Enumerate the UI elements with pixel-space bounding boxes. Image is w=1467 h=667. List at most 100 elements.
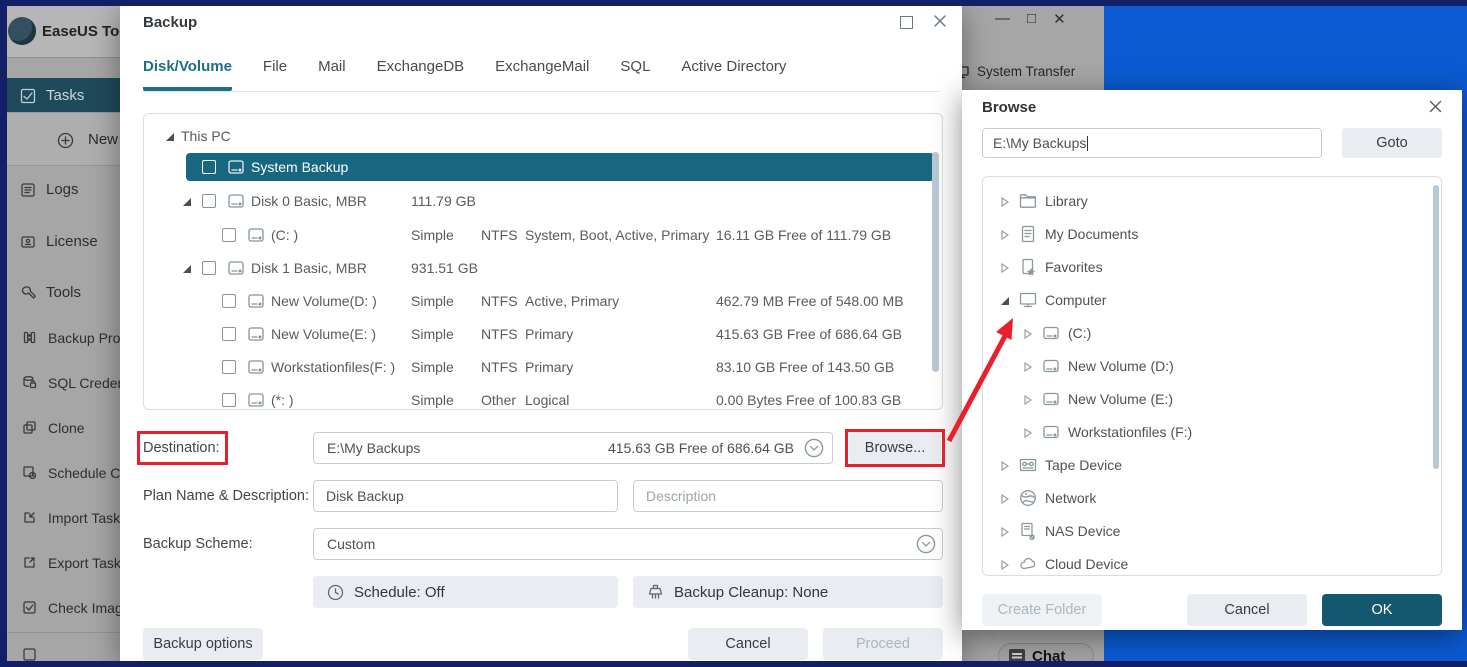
tab-file[interactable]: File bbox=[263, 58, 287, 91]
tree-item-c-drive[interactable]: (C:) bbox=[983, 319, 1441, 347]
close-icon[interactable] bbox=[1428, 99, 1443, 114]
tree-item-label: Cloud Device bbox=[1045, 550, 1128, 576]
collapsed-arrow-icon[interactable] bbox=[1000, 197, 1010, 207]
tree-item-nas-device[interactable]: NAS Device bbox=[983, 517, 1441, 545]
plan-name-input[interactable] bbox=[313, 480, 618, 512]
row-type: Simple bbox=[411, 221, 454, 249]
checkbox[interactable] bbox=[202, 160, 216, 174]
close-icon[interactable] bbox=[932, 13, 948, 29]
collapsed-arrow-icon[interactable] bbox=[1023, 329, 1033, 339]
tree-row-f[interactable]: Workstationfiles(F: ) Simple NTFS Primar… bbox=[144, 353, 942, 381]
logs-icon bbox=[20, 182, 36, 198]
collapsed-arrow-icon[interactable] bbox=[1023, 395, 1033, 405]
collapsed-arrow-icon[interactable] bbox=[1023, 362, 1033, 372]
close-icon[interactable]: ✕ bbox=[1053, 10, 1066, 28]
chevron-down-icon[interactable] bbox=[916, 534, 936, 554]
sidebar-item-license[interactable]: License bbox=[7, 228, 120, 256]
folder-icon bbox=[1019, 192, 1037, 210]
tree-item-cloud-device[interactable]: Cloud Device bbox=[983, 550, 1441, 576]
create-folder-button[interactable]: Create Folder bbox=[982, 594, 1102, 626]
maximize-icon[interactable]: □ bbox=[1027, 10, 1036, 28]
sidebar-item-logs[interactable]: Logs bbox=[7, 176, 120, 204]
destination-path: E:\My Backups bbox=[327, 440, 420, 456]
tree-item-library[interactable]: Library bbox=[983, 187, 1441, 215]
expanded-arrow-icon[interactable] bbox=[165, 132, 175, 142]
sidebar-item-label: Logs bbox=[46, 176, 79, 204]
cancel-button[interactable]: Cancel bbox=[688, 628, 808, 660]
maximize-icon[interactable] bbox=[900, 16, 913, 29]
tree-row-d[interactable]: New Volume(D: ) Simple NTFS Active, Prim… bbox=[144, 287, 942, 315]
tree-item-d-drive[interactable]: New Volume (D:) bbox=[983, 352, 1441, 380]
tab-sql[interactable]: SQL bbox=[620, 58, 650, 91]
backup-options-button[interactable]: Backup options bbox=[143, 628, 263, 660]
tree-row-disk0[interactable]: Disk 0 Basic, MBR 111.79 GB bbox=[144, 187, 942, 215]
tree-row-star[interactable]: (*: ) Simple Other Logical 0.00 Bytes Fr… bbox=[144, 386, 942, 410]
tree-item-favorites[interactable]: Favorites bbox=[983, 253, 1441, 281]
tree-item-label: Tape Device bbox=[1045, 451, 1122, 479]
sidebar-item-export-task[interactable]: Export Task bbox=[7, 549, 120, 577]
scrollbar-thumb[interactable] bbox=[932, 152, 939, 372]
checkbox[interactable] bbox=[222, 228, 236, 242]
collapsed-arrow-icon[interactable] bbox=[1023, 428, 1033, 438]
tree-item-e-drive[interactable]: New Volume (E:) bbox=[983, 385, 1441, 413]
proceed-button[interactable]: Proceed bbox=[823, 628, 943, 660]
destination-dropdown[interactable]: E:\My Backups 415.63 GB Free of 686.64 G… bbox=[313, 432, 833, 464]
sidebar-item-backup-protect[interactable]: Backup Protect bbox=[7, 324, 120, 352]
ok-button[interactable]: OK bbox=[1322, 594, 1442, 626]
minimize-icon[interactable]: — bbox=[995, 10, 1010, 28]
tree-row-disk1[interactable]: Disk 1 Basic, MBR 931.51 GB bbox=[144, 254, 942, 282]
collapsed-arrow-icon[interactable] bbox=[1000, 494, 1010, 504]
new-task-button[interactable]: New Task bbox=[7, 112, 120, 166]
collapsed-arrow-icon[interactable] bbox=[1000, 263, 1010, 273]
sidebar-item-schedule-clone[interactable]: Schedule Clone bbox=[7, 459, 120, 487]
sidebar-item-tasks[interactable]: Tasks bbox=[7, 78, 120, 114]
tree-item-network[interactable]: Network bbox=[983, 484, 1441, 512]
tree-row-e[interactable]: New Volume(E: ) Simple NTFS Primary 415.… bbox=[144, 320, 942, 348]
scrollbar-thumb[interactable] bbox=[1433, 185, 1439, 469]
collapsed-arrow-icon[interactable] bbox=[1000, 461, 1010, 471]
cancel-button[interactable]: Cancel bbox=[1187, 594, 1307, 626]
backup-cleanup-button[interactable]: Backup Cleanup: None bbox=[633, 576, 943, 608]
description-input[interactable] bbox=[633, 480, 943, 512]
tree-row-this-pc[interactable]: This PC bbox=[144, 122, 942, 150]
collapsed-arrow-icon[interactable] bbox=[1000, 527, 1010, 537]
tab-exchangedb[interactable]: ExchangeDB bbox=[377, 58, 465, 91]
tab-mail[interactable]: Mail bbox=[318, 58, 346, 91]
tab-disk-volume[interactable]: Disk/Volume bbox=[143, 58, 232, 91]
schedule-button[interactable]: Schedule: Off bbox=[313, 576, 618, 608]
expanded-arrow-icon[interactable] bbox=[182, 197, 192, 207]
collapsed-arrow-icon[interactable] bbox=[1000, 230, 1010, 240]
checkbox[interactable] bbox=[222, 393, 236, 407]
tree-item-computer[interactable]: Computer bbox=[983, 286, 1441, 314]
tree-row-c[interactable]: (C: ) Simple NTFS System, Boot, Active, … bbox=[144, 221, 942, 249]
sidebar-item-tools[interactable]: Tools bbox=[7, 279, 120, 307]
checkbox[interactable] bbox=[222, 360, 236, 374]
system-transfer-button[interactable]: System Transfer bbox=[955, 64, 1075, 79]
checkbox[interactable] bbox=[222, 294, 236, 308]
sidebar-item-import-task[interactable]: Import Task bbox=[7, 504, 120, 532]
expanded-arrow-icon[interactable] bbox=[1000, 296, 1010, 306]
tree-item-tape-device[interactable]: Tape Device bbox=[983, 451, 1441, 479]
path-input[interactable]: E:\My Backups bbox=[982, 128, 1322, 158]
browse-dialog: Browse E:\My Backups Goto Library My Doc… bbox=[962, 90, 1462, 630]
row-type: Simple bbox=[411, 353, 454, 381]
tab-exchangemail[interactable]: ExchangeMail bbox=[495, 58, 589, 91]
checkbox[interactable] bbox=[202, 261, 216, 275]
system-transfer-label: System Transfer bbox=[977, 64, 1075, 79]
goto-button[interactable]: Goto bbox=[1342, 128, 1442, 158]
sidebar-item-sql-credential[interactable]: SQL Credential bbox=[7, 369, 120, 397]
collapsed-arrow-icon[interactable] bbox=[1000, 560, 1010, 570]
tab-active-directory[interactable]: Active Directory bbox=[681, 58, 786, 91]
sidebar-item-clone[interactable]: Clone bbox=[7, 414, 120, 442]
tree-item-my-documents[interactable]: My Documents bbox=[983, 220, 1441, 248]
expanded-arrow-icon[interactable] bbox=[182, 264, 192, 274]
chevron-down-icon[interactable] bbox=[804, 438, 824, 458]
tree-item-f-drive[interactable]: Workstationfiles (F:) bbox=[983, 418, 1441, 446]
scheme-dropdown[interactable]: Custom bbox=[313, 528, 943, 560]
sidebar-bottom-icon bbox=[22, 647, 37, 661]
checkbox[interactable] bbox=[222, 327, 236, 341]
sidebar-item-label: License bbox=[46, 228, 98, 256]
sidebar-item-check-image[interactable]: Check Image bbox=[7, 594, 120, 622]
checkbox[interactable] bbox=[202, 194, 216, 208]
tree-row-system-backup[interactable]: System Backup bbox=[186, 153, 934, 181]
